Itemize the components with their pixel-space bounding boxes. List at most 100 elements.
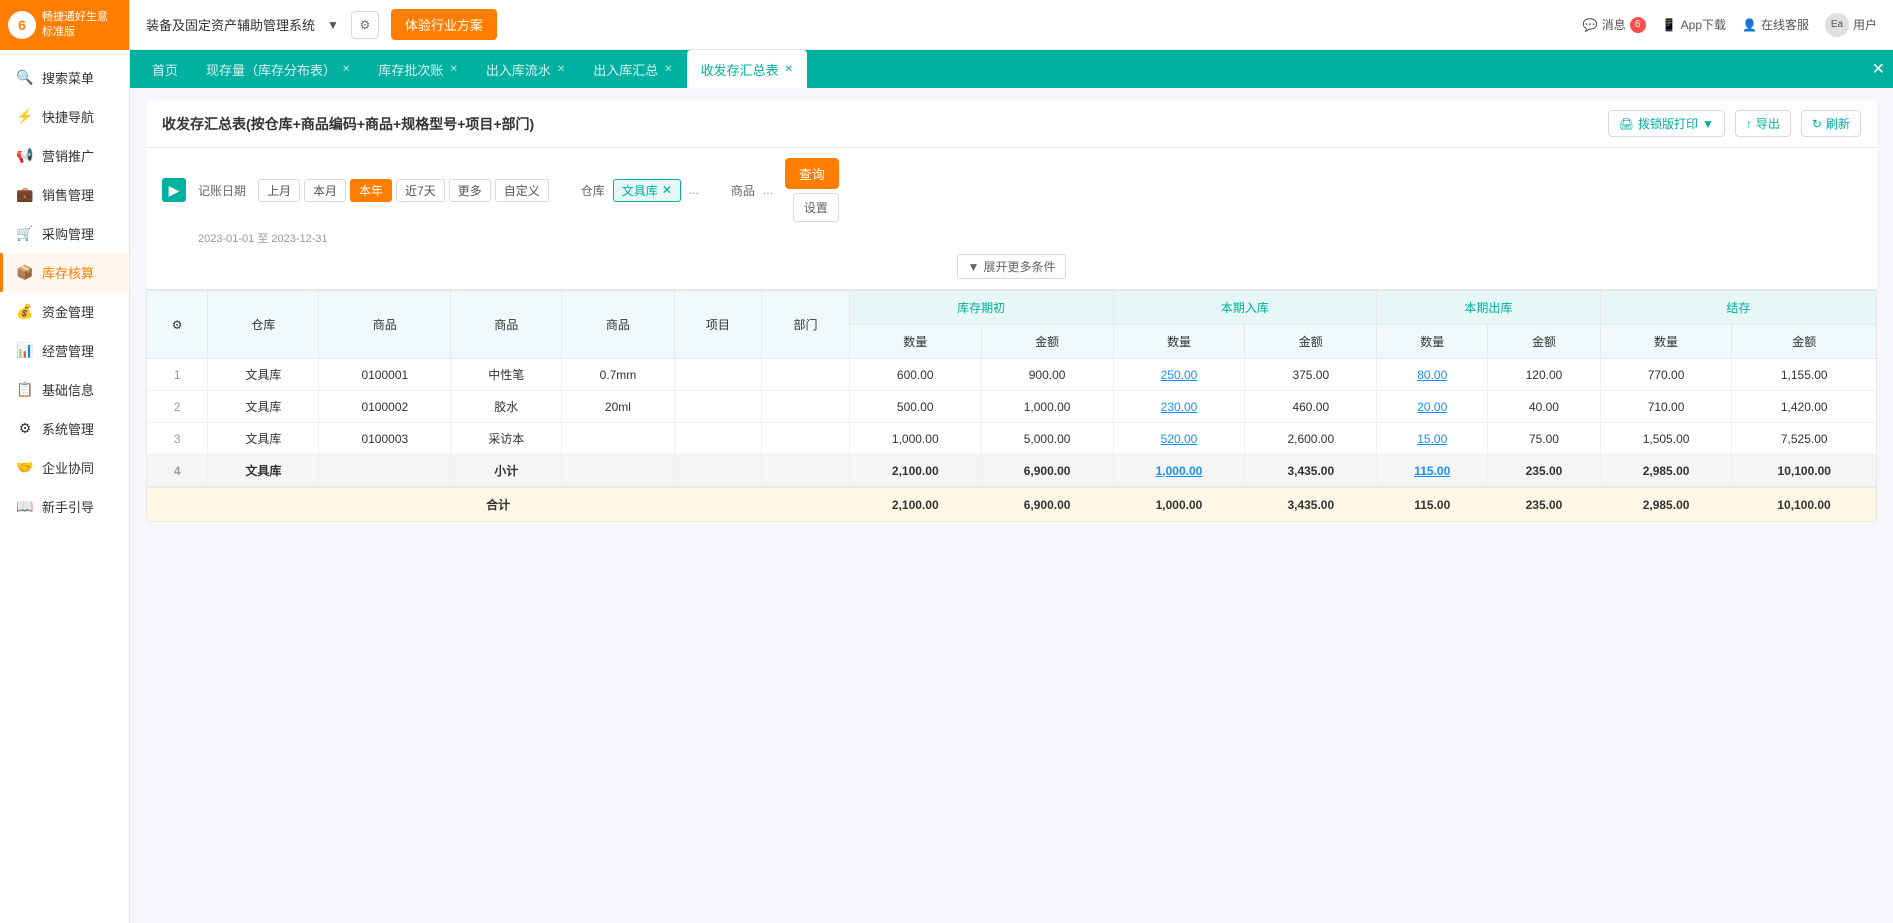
th-settings[interactable]: ⚙ [147, 291, 208, 359]
subtotal-in-qty[interactable]: 1,000.00 [1113, 455, 1245, 488]
sidebar-item-finance[interactable]: 💰 资金管理 [0, 292, 129, 331]
sidebar-item-quick-nav[interactable]: ⚡ 快捷导航 [0, 97, 129, 136]
tab-flow[interactable]: 出入库流水 ✕ [472, 50, 579, 88]
app-dropdown[interactable]: ▼ [327, 18, 339, 32]
tab-batch-label: 库存批次账 [378, 60, 443, 79]
sidebar-item-label: 快捷导航 [42, 107, 94, 126]
tab-inventory-dist-close[interactable]: ✕ [342, 64, 350, 75]
tab-batch[interactable]: 库存批次账 ✕ [364, 50, 471, 88]
subtotal-project [674, 455, 762, 488]
app-download-btn[interactable]: 📱 App下载 [1662, 16, 1726, 33]
tab-flow-label: 出入库流水 [486, 60, 551, 79]
table-row: 2 文具库 0100002 胶水 20ml 500.00 1,000.00 23… [147, 391, 1876, 423]
sidebar-item-label: 资金管理 [42, 302, 94, 321]
print-dropdown-icon: ▼ [1702, 117, 1714, 131]
sidebar-item-guide[interactable]: 📖 新手引导 [0, 487, 129, 526]
th-opening-qty: 数量 [849, 325, 981, 359]
user-btn[interactable]: Ea 用户 [1825, 13, 1877, 37]
export-btn[interactable]: ↑ 导出 [1735, 110, 1791, 137]
row1-opening-qty: 600.00 [849, 359, 981, 391]
sidebar-item-cooperation[interactable]: 🤝 企业协同 [0, 448, 129, 487]
filter-setting-btn[interactable]: 设置 [793, 193, 839, 222]
data-table-wrapper: ⚙ 仓库 商品 商品 商品 项目 部门 库存期初 本期入库 本期出库 结存 [146, 290, 1877, 522]
expand-more-conditions-btn[interactable]: ▼ 展开更多条件 [957, 254, 1067, 279]
sidebar-item-marketing[interactable]: 📢 营销推广 [0, 136, 129, 175]
subtotal-closing-amt: 10,100.00 [1732, 455, 1876, 488]
date-btn-more[interactable]: 更多 [449, 179, 491, 202]
goods-more-btn[interactable]: ... [763, 183, 773, 197]
query-btn[interactable]: 查询 [785, 158, 839, 189]
sidebar-item-sales[interactable]: 💼 销售管理 [0, 175, 129, 214]
sidebar-item-inventory[interactable]: 📦 库存核算 [0, 253, 129, 292]
row1-in-amt: 375.00 [1245, 359, 1377, 391]
subtotal-opening-qty: 2,100.00 [849, 455, 981, 488]
online-service-btn[interactable]: 👤 在线客服 [1742, 16, 1809, 33]
subtotal-in-amt: 3,435.00 [1245, 455, 1377, 488]
date-btn-cur-year[interactable]: 本年 [350, 179, 392, 202]
sidebar-item-label: 系统管理 [42, 419, 94, 438]
print-label: 拨锁版打印 [1638, 115, 1698, 132]
warehouse-tag[interactable]: 文具库 ✕ [613, 179, 681, 202]
user-label: 用户 [1853, 16, 1877, 33]
tab-inventory-dist[interactable]: 现存量（库存分布表） ✕ [192, 50, 364, 88]
row3-in-amt: 2,600.00 [1245, 423, 1377, 455]
tab-recv-send[interactable]: 收发存汇总表 ✕ [687, 50, 807, 88]
sidebar-item-label: 经营管理 [42, 341, 94, 360]
sidebar-item-system[interactable]: ⚙ 系统管理 [0, 409, 129, 448]
sidebar-item-label: 企业协同 [42, 458, 94, 477]
row3-opening-amt: 5,000.00 [981, 423, 1113, 455]
total-label: 合计 [147, 487, 849, 521]
tab-recv-send-close[interactable]: ✕ [785, 64, 793, 75]
row3-closing-qty: 1,505.00 [1600, 423, 1732, 455]
sidebar-item-label: 库存核算 [42, 263, 94, 282]
message-btn[interactable]: 💬 消息 6 [1583, 16, 1646, 33]
date-btn-custom[interactable]: 自定义 [495, 179, 549, 202]
trial-btn[interactable]: 体验行业方案 [391, 9, 497, 40]
print-btn[interactable]: 🖨 拨锁版打印 ▼ [1608, 110, 1725, 137]
tab-batch-close[interactable]: ✕ [449, 64, 457, 75]
sidebar-item-purchase[interactable]: 🛒 采购管理 [0, 214, 129, 253]
sidebar-item-label: 营销推广 [42, 146, 94, 165]
th-warehouse: 仓库 [208, 291, 319, 359]
th-dept: 部门 [762, 291, 850, 359]
user-avatar-icon: Ea [1825, 13, 1849, 37]
row3-out-qty[interactable]: 15.00 [1377, 423, 1488, 455]
subtotal-name: 小计 [451, 455, 562, 488]
row2-spec: 20ml [562, 391, 674, 423]
sidebar-navigation: 🔍 搜索菜单 ⚡ 快捷导航 📢 营销推广 💼 销售管理 🛒 采购管理 📦 库存核… [0, 50, 129, 923]
date-buttons: 上月 本月 本年 近7天 更多 自定义 [258, 179, 549, 202]
subtotal-out-qty[interactable]: 115.00 [1377, 455, 1488, 488]
row3-project [674, 423, 762, 455]
sidebar-item-basic-info[interactable]: 📋 基础信息 [0, 370, 129, 409]
row3-in-qty[interactable]: 520.00 [1113, 423, 1245, 455]
row1-spec: 0.7mm [562, 359, 674, 391]
sidebar-item-search[interactable]: 🔍 搜索菜单 [0, 58, 129, 97]
row1-out-qty[interactable]: 80.00 [1377, 359, 1488, 391]
row2-out-qty[interactable]: 20.00 [1377, 391, 1488, 423]
date-btn-prev-month[interactable]: 上月 [258, 179, 300, 202]
tab-flow-close[interactable]: ✕ [557, 64, 565, 75]
expand-icon: ▼ [968, 260, 980, 274]
export-icon: ↑ [1746, 117, 1752, 131]
warehouse-label: 仓库 [581, 182, 605, 199]
close-all-tabs-btn[interactable]: ✕ [1872, 59, 1885, 79]
topbar-settings-btn[interactable]: ⚙ [351, 11, 379, 39]
warehouse-more-btn[interactable]: ... [689, 183, 699, 197]
sidebar-item-operations[interactable]: 📊 经营管理 [0, 331, 129, 370]
date-btn-cur-month[interactable]: 本月 [304, 179, 346, 202]
topbar-left: 装备及固定资产辅助管理系统 ▼ ⚙ 体验行业方案 [146, 9, 497, 40]
tab-summary-close[interactable]: ✕ [664, 64, 672, 75]
print-icon: 🖨 [1619, 117, 1634, 131]
refresh-btn[interactable]: ↻ 刷新 [1801, 110, 1861, 137]
date-btn-7days[interactable]: 近7天 [396, 179, 445, 202]
tab-summary[interactable]: 出入库汇总 ✕ [579, 50, 686, 88]
filter-section: ▶ 记账日期 上月 本月 本年 近7天 更多 自定义 仓库 [162, 158, 1861, 222]
filter-toggle-btn[interactable]: ▶ [162, 178, 186, 202]
row2-in-qty[interactable]: 230.00 [1113, 391, 1245, 423]
goods-label: 商品 [731, 182, 755, 199]
th-in-group: 本期入库 [1113, 291, 1377, 325]
row1-in-qty[interactable]: 250.00 [1113, 359, 1245, 391]
chart-icon: 📊 [16, 342, 34, 359]
warehouse-tag-remove[interactable]: ✕ [662, 183, 672, 197]
tab-home[interactable]: 首页 [138, 50, 192, 88]
